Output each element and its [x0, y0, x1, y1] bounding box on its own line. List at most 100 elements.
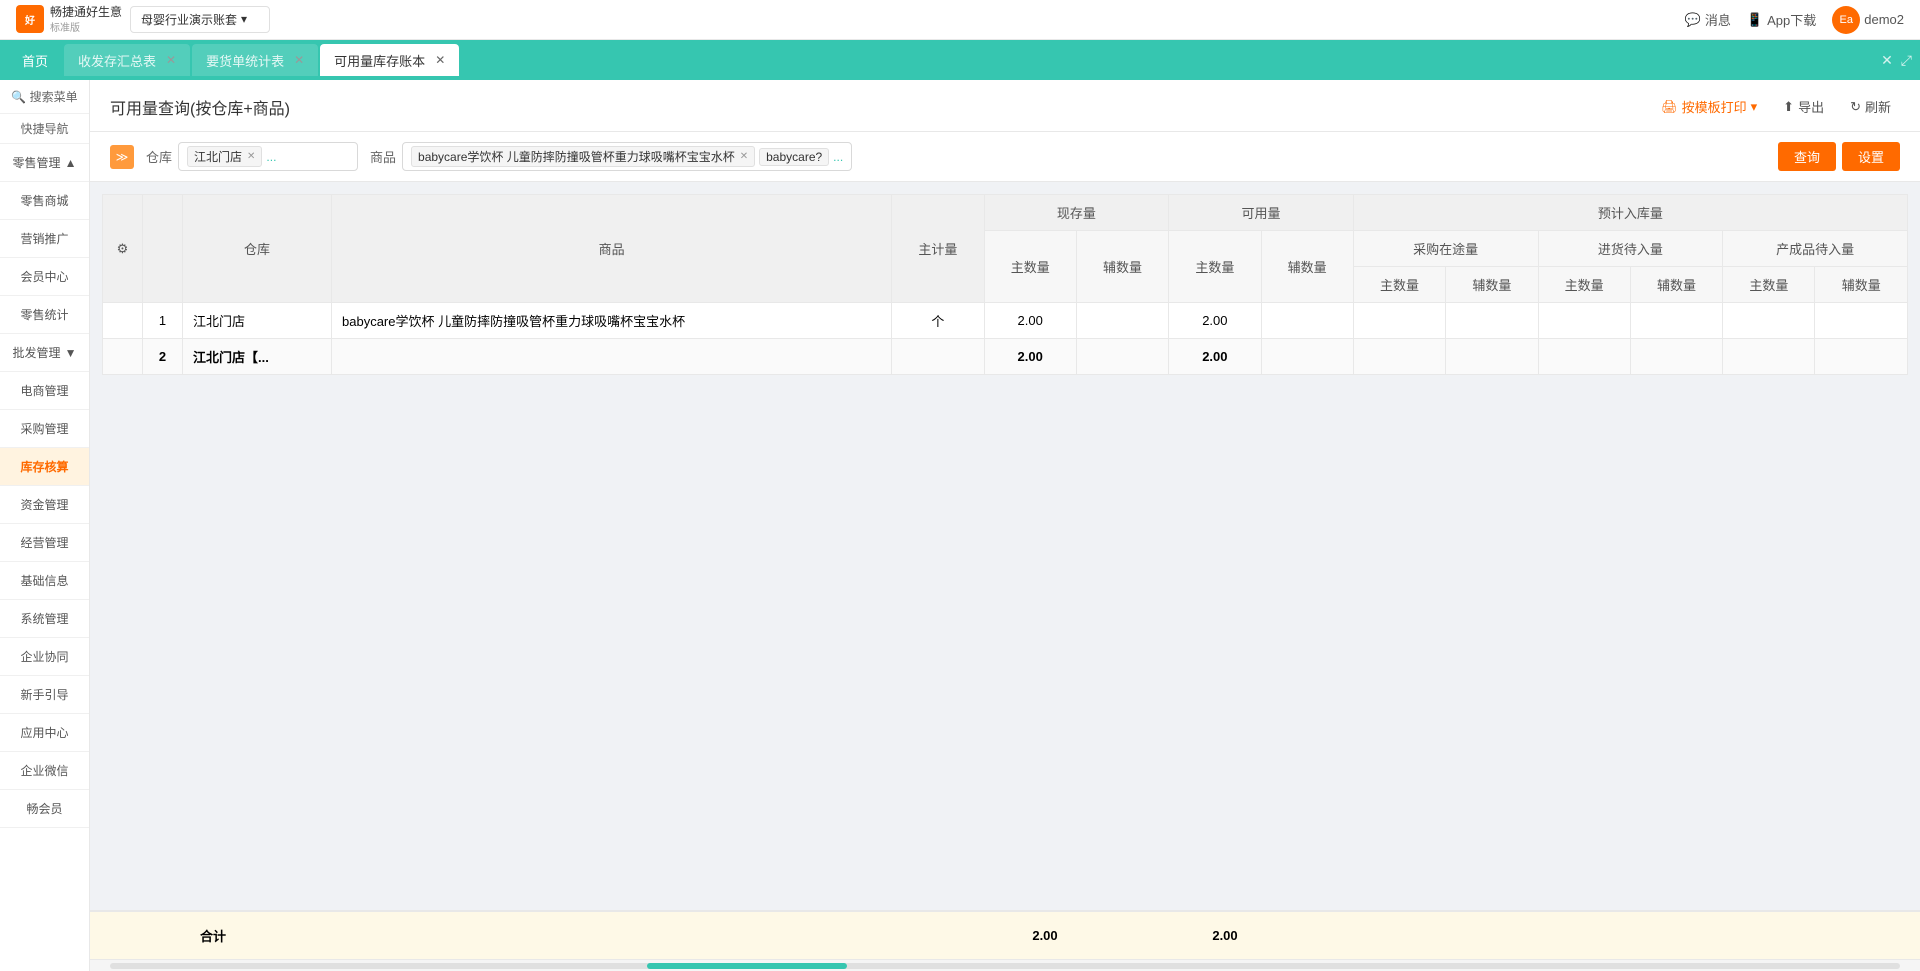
sidebar-item-retail-stats-text: 零售统计 [20, 306, 68, 323]
filter-product-tag-2-text: babycare? [766, 150, 822, 164]
row1-incoming-aux [1630, 303, 1722, 339]
sidebar-section-purchase: 采购管理 [0, 410, 89, 448]
footer-incoming-main [1540, 920, 1630, 951]
sidebar-item-vip-text: 畅会员 [26, 800, 62, 817]
sidebar-item-sys-mgmt[interactable]: 系统管理 [0, 600, 89, 637]
user-area[interactable]: Ea demo2 [1832, 6, 1904, 34]
sidebar-item-vip[interactable]: 畅会员 [0, 790, 89, 827]
filter-product-tag-1-close-icon[interactable]: ✕ [740, 151, 748, 162]
footer-pur-transit-main [1360, 920, 1450, 951]
sidebar-item-app-center[interactable]: 应用中心 [0, 714, 89, 751]
tab-orders-close-icon[interactable]: ✕ [294, 53, 304, 67]
filter-expand-btn[interactable]: ≫ [110, 145, 134, 169]
th-gear[interactable]: ⚙ [103, 195, 143, 303]
template-print-chevron-icon: ▾ [1751, 99, 1758, 115]
table-container: ⚙ 仓库 商品 主计量 现存量 可用量 预计入库量 主数量 辅数量 主数量 辅数… [90, 182, 1920, 910]
tab-orders-label: 要货单统计表 [206, 51, 284, 70]
refresh-btn[interactable]: ↻ 刷新 [1841, 92, 1900, 121]
window-close-icon[interactable]: ✕ [1881, 52, 1893, 69]
footer-prod-pending-aux [1810, 920, 1900, 951]
footer-avail-aux [1270, 920, 1360, 951]
sidebar-item-marketing[interactable]: 营销推广 [0, 220, 89, 257]
filter-warehouse-tag: 江北门店 ✕ [187, 146, 262, 167]
sidebar-item-finance-text: 资金管理 [20, 496, 68, 513]
chevron-down-icon: ▲ [65, 156, 77, 170]
filter-warehouse-more[interactable]: ... [266, 150, 276, 164]
sidebar-item-business-text: 经营管理 [20, 534, 68, 551]
filter-product-more[interactable]: ... [833, 150, 843, 164]
sidebar-section-ecommerce: 电商管理 [0, 372, 89, 410]
row2-product [332, 339, 892, 375]
tab-inventory-close-icon[interactable]: ✕ [435, 53, 445, 67]
row2-avail-main: 2.00 [1169, 339, 1261, 375]
logo-text-block: 畅捷通好生意 标准版 [50, 5, 122, 34]
filter-warehouse-label: 仓库 [146, 147, 172, 166]
sidebar-item-ecommerce[interactable]: 电商管理 [0, 372, 89, 409]
sidebar-item-app-center-text: 应用中心 [20, 724, 68, 741]
sidebar-item-business[interactable]: 经营管理 [0, 524, 89, 561]
footer-label: 合计 [200, 929, 226, 944]
footer-gear-cell [110, 920, 150, 951]
template-print-btn[interactable]: 🖨 按模板打印 ▾ [1652, 92, 1766, 121]
sidebar-item-new-guide[interactable]: 新手引导 [0, 676, 89, 713]
sidebar-item-purchase[interactable]: 采购管理 [0, 410, 89, 447]
sidebar-item-members[interactable]: 会员中心 [0, 258, 89, 295]
footer-avail-main-value: 2.00 [1212, 928, 1237, 943]
settings-button[interactable]: 设置 [1842, 142, 1900, 171]
sidebar-search[interactable]: 🔍 搜索菜单 [0, 80, 89, 114]
sidebar-item-enterprise-wechat[interactable]: 企业微信 [0, 752, 89, 789]
export-btn[interactable]: ⬆ 导出 [1774, 92, 1833, 121]
sidebar-section-enterprise: 企业协同 [0, 638, 89, 676]
th-current-aux: 辅数量 [1076, 231, 1168, 303]
sidebar-item-inventory-mgmt-text: 库存核算 [20, 458, 68, 475]
sidebar-item-wholesale-mgmt[interactable]: 批发管理 ▼ [0, 334, 89, 371]
industry-select[interactable]: 母婴行业演示账套 ▾ [130, 6, 270, 33]
sidebar-item-inventory-mgmt[interactable]: 库存核算 [0, 448, 89, 485]
window-expand-icon[interactable]: ⤢ [1901, 52, 1912, 69]
tab-receipts-close-icon[interactable]: ✕ [166, 53, 176, 67]
export-icon: ⬆ [1783, 99, 1794, 115]
th-prod-pending-main: 主数量 [1723, 267, 1815, 303]
row1-index: 1 [143, 303, 183, 339]
tab-inventory[interactable]: 可用量库存账本 ✕ [320, 44, 459, 76]
tab-receipts[interactable]: 收发存汇总表 ✕ [64, 44, 190, 76]
sidebar-quick-nav[interactable]: 快捷导航 [0, 114, 89, 144]
filter-warehouse-tag-close-icon[interactable]: ✕ [247, 151, 255, 162]
filter-actions: 查询 设置 [1778, 142, 1900, 171]
filter-product-label: 商品 [370, 147, 396, 166]
sidebar-section-basic: 基础信息 [0, 562, 89, 600]
filter-warehouse-input[interactable]: 江北门店 ✕ ... [178, 142, 358, 171]
sidebar-quick-nav-label: 快捷导航 [20, 122, 68, 136]
sidebar-item-enterprise-collab-text: 企业协同 [20, 648, 68, 665]
sidebar-section-members: 会员中心 [0, 258, 89, 296]
footer-table: 合计 2.00 2.00 [110, 920, 1900, 951]
avatar: Ea [1832, 6, 1860, 34]
app-download-label: App下载 [1767, 10, 1816, 29]
th-pur-transit-aux: 辅数量 [1446, 267, 1538, 303]
sidebar-item-enterprise-collab[interactable]: 企业协同 [0, 638, 89, 675]
sidebar-section-guide: 新手引导 [0, 676, 89, 714]
sidebar-item-retail-stats[interactable]: 零售统计 [0, 296, 89, 333]
sidebar-item-basic-info[interactable]: 基础信息 [0, 562, 89, 599]
messages-btn[interactable]: 💬 消息 [1685, 10, 1731, 29]
filter-product-input[interactable]: babycare学饮杯 儿童防摔防撞吸管杯重力球吸嘴杯宝宝水杯 ✕ babyca… [402, 142, 852, 171]
query-button[interactable]: 查询 [1778, 142, 1836, 171]
sidebar-item-retail-mgmt[interactable]: 零售管理 ▲ [0, 144, 89, 181]
sidebar-item-finance[interactable]: 资金管理 [0, 486, 89, 523]
top-bar-right: 💬 消息 📱 App下载 Ea demo2 [1685, 6, 1904, 34]
tab-home[interactable]: 首页 [8, 44, 62, 76]
th-warehouse: 仓库 [183, 195, 332, 303]
sidebar-item-retail-mall[interactable]: 零售商城 [0, 182, 89, 219]
filter-warehouse-tag-text: 江北门店 [194, 148, 242, 165]
tab-orders[interactable]: 要货单统计表 ✕ [192, 44, 318, 76]
row2-prod-pending-main [1723, 339, 1815, 375]
footer-pur-transit-aux [1450, 920, 1540, 951]
main-layout: 🔍 搜索菜单 快捷导航 零售管理 ▲ 零售商城 营销推广 [0, 80, 1920, 971]
row1-avail-main: 2.00 [1169, 303, 1261, 339]
horizontal-scrollbar[interactable] [110, 963, 1900, 969]
sidebar-section-sys: 系统管理 [0, 600, 89, 638]
scroll-bar-area [90, 959, 1920, 971]
app-download-btn[interactable]: 📱 App下载 [1747, 10, 1816, 29]
scroll-thumb[interactable] [647, 963, 847, 969]
table-row: 1 江北门店 babycare学饮杯 儿童防摔防撞吸管杯重力球吸嘴杯宝宝水杯 个… [103, 303, 1908, 339]
